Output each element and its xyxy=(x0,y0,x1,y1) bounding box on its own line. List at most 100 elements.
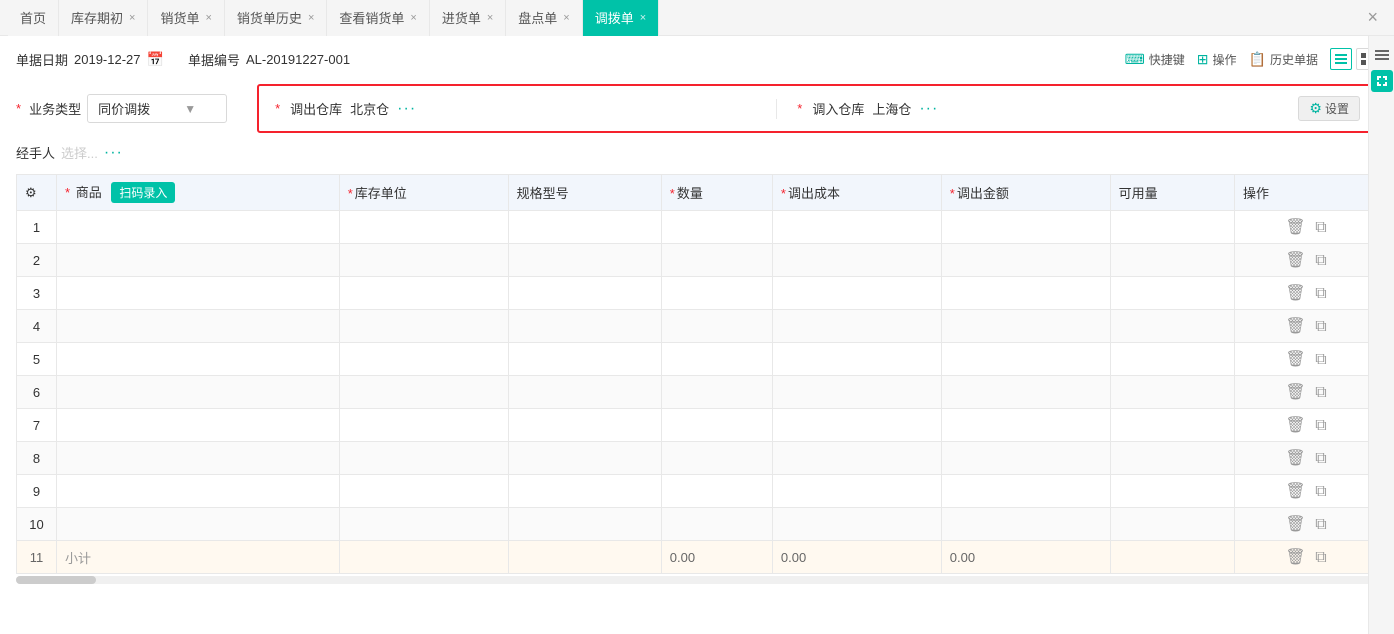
cell-product[interactable] xyxy=(57,409,340,442)
cell-cost[interactable] xyxy=(772,211,941,244)
horizontal-scrollbar[interactable] xyxy=(16,576,1378,584)
cell-product[interactable] xyxy=(57,310,340,343)
th-settings[interactable]: ⚙ xyxy=(17,175,57,211)
copy-icon[interactable]: ⧉ xyxy=(1315,252,1326,269)
cell-qty[interactable] xyxy=(661,277,772,310)
settings-button[interactable]: ⚙ 设置 xyxy=(1298,96,1360,121)
cell-unit[interactable] xyxy=(339,277,508,310)
delete-icon[interactable]: 🗑 xyxy=(1285,483,1305,500)
scan-button[interactable]: 扫码录入 xyxy=(111,182,175,203)
cell-product[interactable] xyxy=(57,442,340,475)
tab-transfer-close[interactable]: × xyxy=(640,12,646,24)
cell-unit[interactable] xyxy=(339,211,508,244)
cell-qty[interactable] xyxy=(661,475,772,508)
cell-product[interactable] xyxy=(57,211,340,244)
copy-icon[interactable]: ⧉ xyxy=(1315,516,1326,533)
window-close-button[interactable]: × xyxy=(1359,7,1386,28)
cell-cost[interactable] xyxy=(772,310,941,343)
cell-unit[interactable] xyxy=(339,343,508,376)
cell-spec[interactable] xyxy=(508,541,661,574)
cell-product[interactable] xyxy=(57,508,340,541)
cell-amount[interactable] xyxy=(941,442,1110,475)
handler-more-button[interactable]: ··· xyxy=(104,144,123,162)
tab-inventory-init-close[interactable]: × xyxy=(129,12,135,24)
delete-icon[interactable]: 🗑 xyxy=(1285,516,1305,533)
cell-qty[interactable] xyxy=(661,442,772,475)
delete-icon[interactable]: 🗑 xyxy=(1285,417,1305,434)
cell-qty[interactable] xyxy=(661,508,772,541)
shortcuts-button[interactable]: ⌨ 快捷键 xyxy=(1125,51,1185,68)
cell-unit[interactable] xyxy=(339,409,508,442)
copy-icon[interactable]: ⧉ xyxy=(1315,483,1326,500)
warehouse-in-more-button[interactable]: ··· xyxy=(919,100,938,118)
copy-icon[interactable]: ⧉ xyxy=(1315,384,1326,401)
cell-amount[interactable] xyxy=(941,343,1110,376)
cell-amount[interactable] xyxy=(941,409,1110,442)
cell-product[interactable] xyxy=(57,475,340,508)
cell-spec[interactable] xyxy=(508,244,661,277)
cell-amount[interactable] xyxy=(941,310,1110,343)
tab-home[interactable]: 首页 xyxy=(8,0,59,36)
sidebar-expand-icon[interactable] xyxy=(1371,70,1393,92)
cell-amount[interactable] xyxy=(941,211,1110,244)
cell-amount[interactable] xyxy=(941,376,1110,409)
cell-qty[interactable] xyxy=(661,409,772,442)
cell-product[interactable] xyxy=(57,277,340,310)
copy-icon[interactable]: ⧉ xyxy=(1315,417,1326,434)
cell-amount[interactable] xyxy=(941,277,1110,310)
tab-purchase-order-close[interactable]: × xyxy=(487,12,493,24)
delete-icon[interactable]: 🗑 xyxy=(1285,285,1305,302)
cell-unit[interactable] xyxy=(339,442,508,475)
cell-amount[interactable] xyxy=(941,508,1110,541)
delete-icon[interactable]: 🗑 xyxy=(1285,219,1305,236)
layout-list-icon[interactable] xyxy=(1330,48,1352,70)
history-button[interactable]: 📋 历史单据 xyxy=(1249,51,1318,68)
operations-button[interactable]: ⊞ 操作 xyxy=(1197,51,1237,68)
business-type-dropdown[interactable]: 同价调拨 ▼ xyxy=(87,94,227,123)
cell-cost[interactable] xyxy=(772,343,941,376)
cell-spec[interactable] xyxy=(508,442,661,475)
delete-icon[interactable]: 🗑 xyxy=(1285,318,1305,335)
copy-icon[interactable]: ⧉ xyxy=(1315,285,1326,302)
cell-unit[interactable] xyxy=(339,376,508,409)
calendar-icon[interactable]: 📅 xyxy=(147,51,164,68)
cell-spec[interactable] xyxy=(508,475,661,508)
delete-icon[interactable]: 🗑 xyxy=(1285,252,1305,269)
copy-icon[interactable]: ⧉ xyxy=(1315,318,1326,335)
cell-cost[interactable] xyxy=(772,409,941,442)
cell-cost[interactable] xyxy=(772,244,941,277)
cell-qty[interactable] xyxy=(661,376,772,409)
tab-purchase-order[interactable]: 进货单 × xyxy=(430,0,506,36)
cell-amount[interactable] xyxy=(941,244,1110,277)
sidebar-list-icon[interactable] xyxy=(1371,44,1393,66)
cell-qty[interactable] xyxy=(661,310,772,343)
copy-icon[interactable]: ⧉ xyxy=(1315,219,1326,236)
copy-icon[interactable]: ⧉ xyxy=(1315,549,1326,566)
cell-spec[interactable] xyxy=(508,310,661,343)
tab-sales-order[interactable]: 销货单 × xyxy=(148,0,224,36)
cell-product[interactable] xyxy=(57,376,340,409)
scrollbar-thumb[interactable] xyxy=(16,576,96,584)
cell-qty[interactable] xyxy=(661,211,772,244)
cell-cost[interactable] xyxy=(772,475,941,508)
warehouse-out-more-button[interactable]: ··· xyxy=(397,100,416,118)
delete-icon[interactable]: 🗑 xyxy=(1285,384,1305,401)
cell-spec[interactable] xyxy=(508,277,661,310)
cell-spec[interactable] xyxy=(508,376,661,409)
cell-cost[interactable] xyxy=(772,442,941,475)
cell-qty[interactable] xyxy=(661,343,772,376)
cell-cost[interactable] xyxy=(772,508,941,541)
delete-icon[interactable]: 🗑 xyxy=(1285,549,1305,566)
cell-spec[interactable] xyxy=(508,409,661,442)
copy-icon[interactable]: ⧉ xyxy=(1315,351,1326,368)
tab-sales-history-close[interactable]: × xyxy=(308,12,314,24)
delete-icon[interactable]: 🗑 xyxy=(1285,450,1305,467)
cell-unit[interactable] xyxy=(339,541,508,574)
delete-icon[interactable]: 🗑 xyxy=(1285,351,1305,368)
tab-transfer[interactable]: 调拨单 × xyxy=(583,0,659,36)
tab-sales-order-close[interactable]: × xyxy=(205,12,211,24)
tab-view-sales-close[interactable]: × xyxy=(410,12,416,24)
cell-spec[interactable] xyxy=(508,508,661,541)
cell-unit[interactable] xyxy=(339,508,508,541)
cell-cost[interactable] xyxy=(772,376,941,409)
